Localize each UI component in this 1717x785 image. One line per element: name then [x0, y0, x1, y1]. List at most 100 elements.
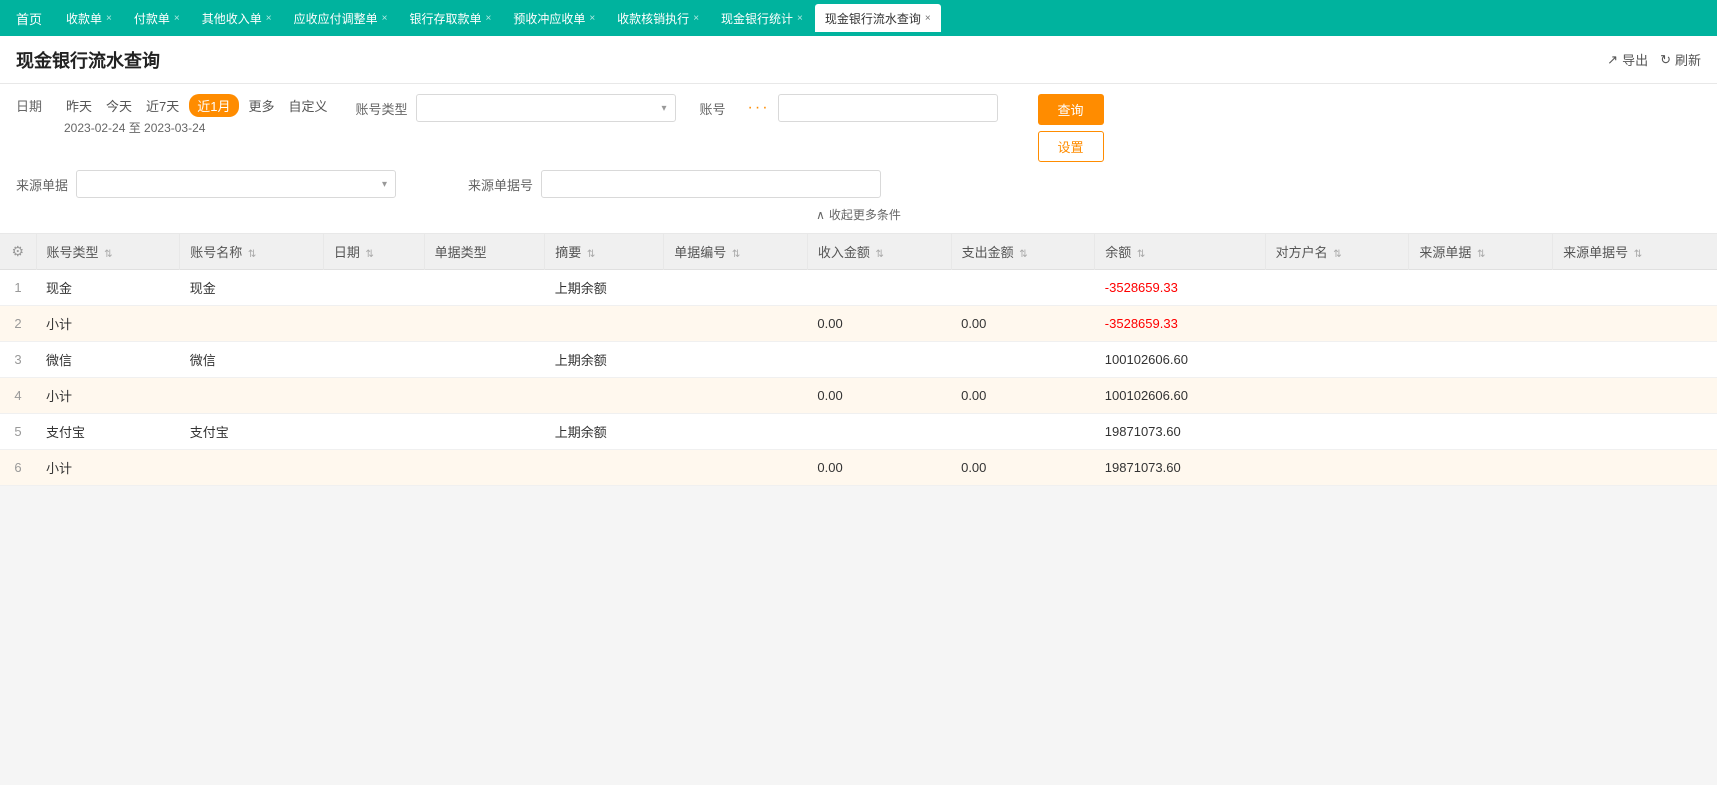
col-counterpart[interactable]: 对方户名 ⇅: [1265, 234, 1409, 270]
cell-date: [323, 414, 424, 450]
date-option-自定义[interactable]: 自定义: [285, 94, 332, 117]
cell-income: [807, 342, 951, 378]
cell-doc-type: [424, 270, 545, 306]
tab-close-icon[interactable]: ×: [106, 13, 112, 24]
date-option-近7天[interactable]: 近7天: [142, 94, 183, 117]
cell-account-name: [180, 306, 324, 342]
nav-tab-现金银行统计[interactable]: 现金银行统计 ×: [711, 4, 813, 32]
col-source-doc-no[interactable]: 来源单据号 ⇅: [1553, 234, 1717, 270]
gear-icon[interactable]: ⚙: [11, 243, 24, 259]
tab-close-icon[interactable]: ×: [382, 13, 388, 24]
cell-source-doc: [1409, 342, 1553, 378]
cell-doc-type: [424, 378, 545, 414]
nav-tab-收款核销执行[interactable]: 收款核销执行 ×: [607, 4, 709, 32]
col-income[interactable]: 收入金额 ⇅: [807, 234, 951, 270]
cell-balance: 19871073.60: [1095, 414, 1265, 450]
cell-source-doc: [1409, 378, 1553, 414]
export-button[interactable]: ↗ 导出: [1607, 50, 1648, 69]
date-option-昨天[interactable]: 昨天: [62, 94, 96, 117]
account-no-filter: 账号 ···: [700, 94, 998, 122]
tab-close-icon[interactable]: ×: [266, 13, 272, 24]
account-no-ellipsis[interactable]: ···: [748, 99, 770, 117]
page-header: 现金银行流水查询 ↗ 导出 ↻ 刷新: [0, 36, 1717, 84]
source-doc-select[interactable]: ▾: [76, 170, 396, 198]
cell-expense: [951, 270, 1095, 306]
date-options: 昨天今天近7天近1月更多自定义: [62, 94, 332, 117]
date-option-今天[interactable]: 今天: [102, 94, 136, 117]
nav-tab-收款单[interactable]: 收款单 ×: [56, 4, 122, 32]
cell-account-type: 微信: [36, 342, 180, 378]
account-type-label: 账号类型: [356, 99, 408, 118]
collapse-button[interactable]: ∧ 收起更多条件: [16, 202, 1701, 229]
cell-doc-no: [664, 414, 808, 450]
cell-account-type: 小计: [36, 306, 180, 342]
tab-close-icon[interactable]: ×: [693, 13, 699, 24]
cell-account-name: [180, 378, 324, 414]
column-settings[interactable]: ⚙: [0, 234, 36, 270]
cell-income: [807, 414, 951, 450]
cell-expense: [951, 342, 1095, 378]
nav-home[interactable]: 首页: [4, 9, 54, 28]
tab-close-icon[interactable]: ×: [589, 13, 595, 24]
settings-button[interactable]: 设置: [1038, 131, 1104, 162]
row-num: 5: [0, 414, 36, 450]
table-row: 4 小计 0.00 0.00 100102606.60: [0, 378, 1717, 414]
nav-tab-现金银行流水查询[interactable]: 现金银行流水查询 ×: [815, 4, 941, 32]
table-header-row: ⚙ 账号类型 ⇅ 账号名称 ⇅ 日期 ⇅ 单据类型 摘要 ⇅ 单据编号 ⇅ 收入…: [0, 234, 1717, 270]
source-doc-label: 来源单据: [16, 175, 68, 194]
cell-date: [323, 342, 424, 378]
nav-tab-付款单[interactable]: 付款单 ×: [124, 4, 190, 32]
table-row: 3 微信 微信 上期余额 100102606.60: [0, 342, 1717, 378]
tab-close-icon[interactable]: ×: [797, 13, 803, 24]
date-option-更多[interactable]: 更多: [245, 94, 279, 117]
date-filter: 日期 昨天今天近7天近1月更多自定义 2023-02-24 至 2023-03-…: [16, 94, 332, 136]
tab-label: 付款单: [134, 10, 170, 27]
cell-summary: 上期余额: [545, 342, 664, 378]
cell-source-doc: [1409, 270, 1553, 306]
nav-tab-银行存取款单[interactable]: 银行存取款单×: [399, 4, 501, 32]
date-option-近1月[interactable]: 近1月: [189, 94, 238, 117]
cell-source-doc-no: [1553, 270, 1717, 306]
nav-tab-其他收入单[interactable]: 其他收入单×: [192, 4, 282, 32]
cell-expense: 0.00: [951, 306, 1095, 342]
col-account-name[interactable]: 账号名称 ⇅: [180, 234, 324, 270]
table-row: 6 小计 0.00 0.00 19871073.60: [0, 450, 1717, 486]
data-table: ⚙ 账号类型 ⇅ 账号名称 ⇅ 日期 ⇅ 单据类型 摘要 ⇅ 单据编号 ⇅ 收入…: [0, 234, 1717, 486]
row-num: 3: [0, 342, 36, 378]
source-doc-no-input-wrap: [541, 170, 881, 198]
row-num: 2: [0, 306, 36, 342]
col-account-type[interactable]: 账号类型 ⇅: [36, 234, 180, 270]
source-doc-no-input[interactable]: [550, 177, 872, 192]
tab-label: 现金银行流水查询: [825, 10, 921, 27]
query-button[interactable]: 查询: [1038, 94, 1104, 125]
account-no-input[interactable]: [787, 101, 989, 116]
tab-label: 收款单: [66, 10, 102, 27]
col-doc-type[interactable]: 单据类型: [424, 234, 545, 270]
nav-tab-预收冲应收单[interactable]: 预收冲应收单×: [503, 4, 605, 32]
cell-expense: [951, 414, 1095, 450]
cell-balance: 19871073.60: [1095, 450, 1265, 486]
cell-income: 0.00: [807, 306, 951, 342]
tab-close-icon[interactable]: ×: [925, 13, 931, 24]
col-balance[interactable]: 余额 ⇅: [1095, 234, 1265, 270]
cell-expense: 0.00: [951, 450, 1095, 486]
date-range: 2023-02-24 至 2023-03-24: [64, 121, 205, 135]
header-actions: ↗ 导出 ↻ 刷新: [1607, 50, 1701, 69]
cell-source-doc: [1409, 414, 1553, 450]
cell-account-name: [180, 450, 324, 486]
tab-close-icon[interactable]: ×: [174, 13, 180, 24]
tab-close-icon[interactable]: ×: [485, 13, 491, 24]
col-source-doc[interactable]: 来源单据 ⇅: [1409, 234, 1553, 270]
tab-label: 现金银行统计: [721, 10, 793, 27]
table-row: 5 支付宝 支付宝 上期余额 19871073.60: [0, 414, 1717, 450]
col-summary[interactable]: 摘要 ⇅: [545, 234, 664, 270]
export-icon: ↗: [1607, 52, 1618, 68]
account-type-select[interactable]: ▾: [416, 94, 676, 122]
refresh-button[interactable]: ↻ 刷新: [1660, 50, 1701, 69]
cell-balance: 100102606.60: [1095, 378, 1265, 414]
col-expense[interactable]: 支出金额 ⇅: [951, 234, 1095, 270]
nav-tab-应收应付调整单[interactable]: 应收应付调整单×: [284, 4, 398, 32]
tab-label: 收款核销执行: [617, 10, 689, 27]
col-date[interactable]: 日期 ⇅: [323, 234, 424, 270]
col-doc-no[interactable]: 单据编号 ⇅: [664, 234, 808, 270]
